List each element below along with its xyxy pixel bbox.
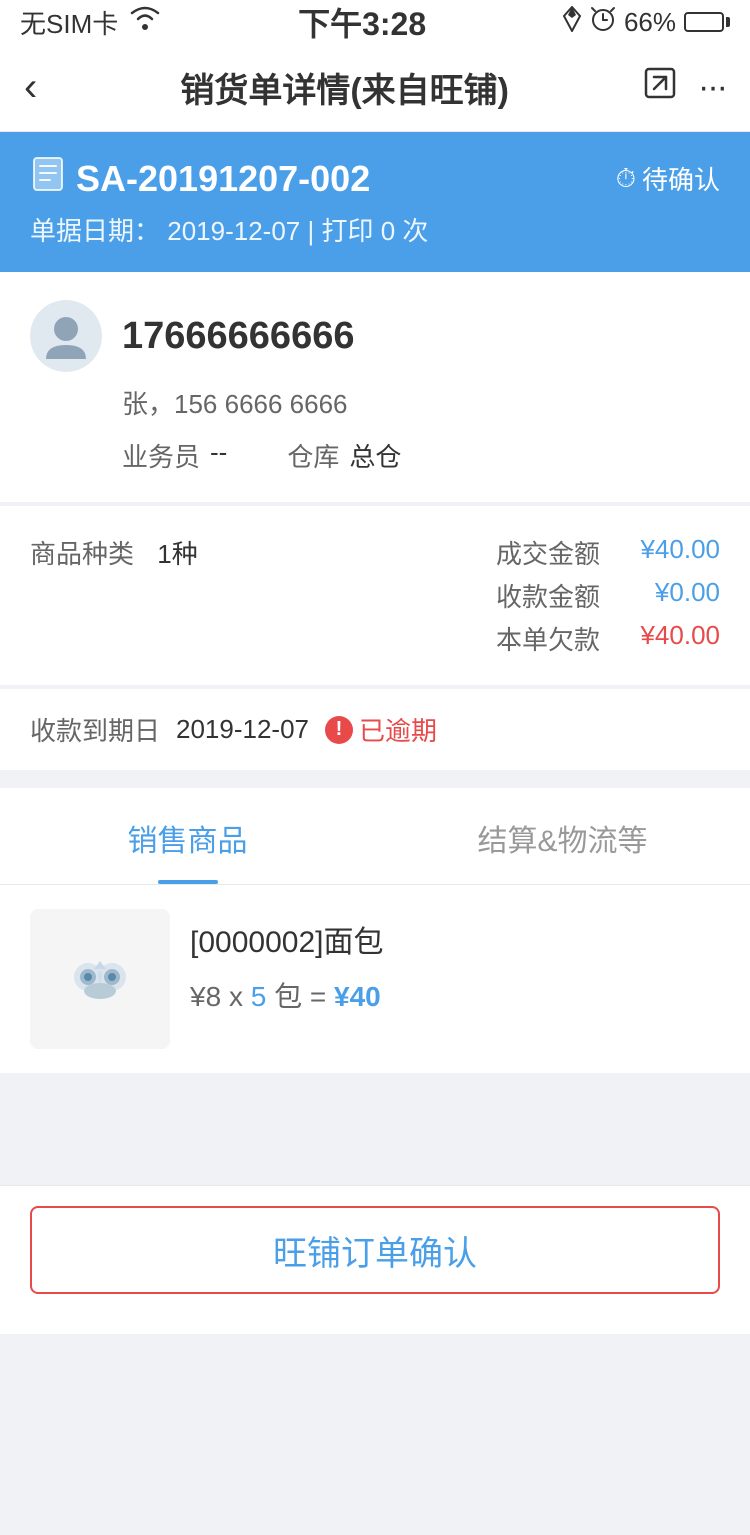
share-button[interactable] — [642, 65, 678, 110]
customer-card: 17666666666 张，156 6666 6666 业务员 -- 仓库 总仓 — [0, 272, 750, 502]
nav-bar: ‹ 销货单详情(来自旺铺) ··· — [0, 44, 750, 132]
location-icon — [562, 6, 582, 39]
product-detail: [0000002]面包 ¥8 x 5 包 = ¥40 — [190, 909, 720, 1015]
table-row: [0000002]面包 ¥8 x 5 包 = ¥40 — [30, 909, 720, 1049]
product-image — [30, 909, 170, 1049]
header-card: SA-20191207-002 ⏱ 待确认 单据日期： 2019-12-07 |… — [0, 132, 750, 272]
status-bar-time: 下午3:28 — [298, 0, 426, 45]
date-value: 2019-12-07 — [167, 216, 300, 246]
bottom-spacer — [0, 1375, 750, 1535]
customer-top: 17666666666 — [30, 300, 720, 372]
more-button[interactable]: ··· — [698, 68, 726, 107]
received-row: 收款金额 ¥0.00 — [480, 577, 720, 614]
print-count: 0 — [381, 216, 395, 246]
owing-label: 本单欠款 — [480, 620, 600, 657]
status-bar-right: 66% — [562, 6, 730, 39]
product-price: ¥8 x 5 包 = ¥40 — [190, 975, 720, 1015]
warehouse-label: 仓库 — [287, 437, 339, 474]
order-id: SA-20191207-002 — [30, 156, 370, 201]
overdue-text: 已逾期 — [359, 711, 437, 748]
category-value: 1种 — [157, 539, 197, 569]
wifi-icon — [128, 6, 162, 39]
due-date-value: 2019-12-07 — [176, 714, 309, 745]
customer-meta: 业务员 -- 仓库 总仓 — [30, 437, 720, 474]
battery-icon — [684, 12, 730, 32]
owing-value: ¥40.00 — [620, 620, 720, 657]
section-divider — [0, 772, 750, 788]
sim-text: 无SIM卡 — [20, 4, 118, 41]
product-qty: 5 — [251, 981, 267, 1012]
category-label: 商品种类 — [30, 539, 134, 569]
category-row: 商品种类 1种 — [30, 534, 198, 571]
header-date: 单据日期： 2019-12-07 | 打印 0 次 — [30, 211, 720, 248]
due-label: 收款到期日 — [30, 711, 160, 748]
print-unit: 次 — [402, 216, 428, 246]
status-bar: 无SIM卡 下午3:28 66% — [0, 0, 750, 44]
customer-phone: 17666666666 — [122, 315, 354, 358]
order-id-icon — [30, 156, 66, 201]
salesperson-value: -- — [210, 437, 227, 474]
amount-label: 成交金额 — [480, 534, 600, 571]
confirm-order-button[interactable]: 旺铺订单确认 — [30, 1206, 720, 1294]
clock-icon: ⏱ — [616, 163, 636, 195]
product-total: ¥40 — [334, 981, 381, 1012]
battery-percent: 66% — [624, 7, 676, 38]
back-button[interactable]: ‹ — [14, 55, 47, 120]
header-top: SA-20191207-002 ⏱ 待确认 — [30, 156, 720, 201]
tabs: 销售商品 结算&物流等 — [0, 788, 750, 885]
due-date-card: 收款到期日 2019-12-07 ! 已逾期 — [0, 689, 750, 770]
salesperson-label: 业务员 — [122, 437, 200, 474]
unit-price: ¥8 — [190, 981, 221, 1012]
received-label: 收款金额 — [480, 577, 600, 614]
overdue-icon: ! — [325, 716, 353, 744]
customer-avatar — [30, 300, 102, 372]
product-list: [0000002]面包 ¥8 x 5 包 = ¥40 — [0, 885, 750, 1073]
summary-left: 商品种类 1种 — [30, 534, 198, 571]
amount-row: 成交金额 ¥40.00 — [480, 534, 720, 571]
warehouse-value: 总仓 — [349, 437, 401, 474]
summary-right: 成交金额 ¥40.00 收款金额 ¥0.00 本单欠款 ¥40.00 — [480, 534, 720, 657]
customer-name: 张，156 6666 6666 — [30, 384, 720, 421]
salesperson-item: 业务员 -- — [122, 437, 227, 474]
separator: | — [307, 216, 321, 246]
warehouse-item: 仓库 总仓 — [287, 437, 401, 474]
bottom-button-area: 旺铺订单确认 — [0, 1185, 750, 1334]
owing-row: 本单欠款 ¥40.00 — [480, 620, 720, 657]
received-value: ¥0.00 — [620, 577, 720, 614]
date-label: 单据日期： — [30, 216, 160, 246]
summary-card: 商品种类 1种 成交金额 ¥40.00 收款金额 ¥0.00 本单欠款 ¥40.… — [0, 506, 750, 685]
print-label: 打印 — [321, 216, 373, 246]
alarm-icon — [590, 6, 616, 39]
order-id-text: SA-20191207-002 — [76, 158, 370, 200]
overdue-badge: ! 已逾期 — [325, 711, 437, 748]
product-name: [0000002]面包 — [190, 917, 720, 961]
product-unit: 包 — [274, 981, 302, 1012]
page-title: 销货单详情(来自旺铺) — [180, 63, 509, 112]
status-text: 待确认 — [642, 160, 720, 197]
tab-settlement-logistics[interactable]: 结算&物流等 — [375, 788, 750, 884]
status-bar-left: 无SIM卡 — [20, 4, 162, 41]
order-status-badge: ⏱ 待确认 — [616, 160, 720, 197]
tab-sales-products[interactable]: 销售商品 — [0, 788, 375, 884]
nav-right-actions: ··· — [642, 65, 726, 110]
amount-value: ¥40.00 — [620, 534, 720, 571]
